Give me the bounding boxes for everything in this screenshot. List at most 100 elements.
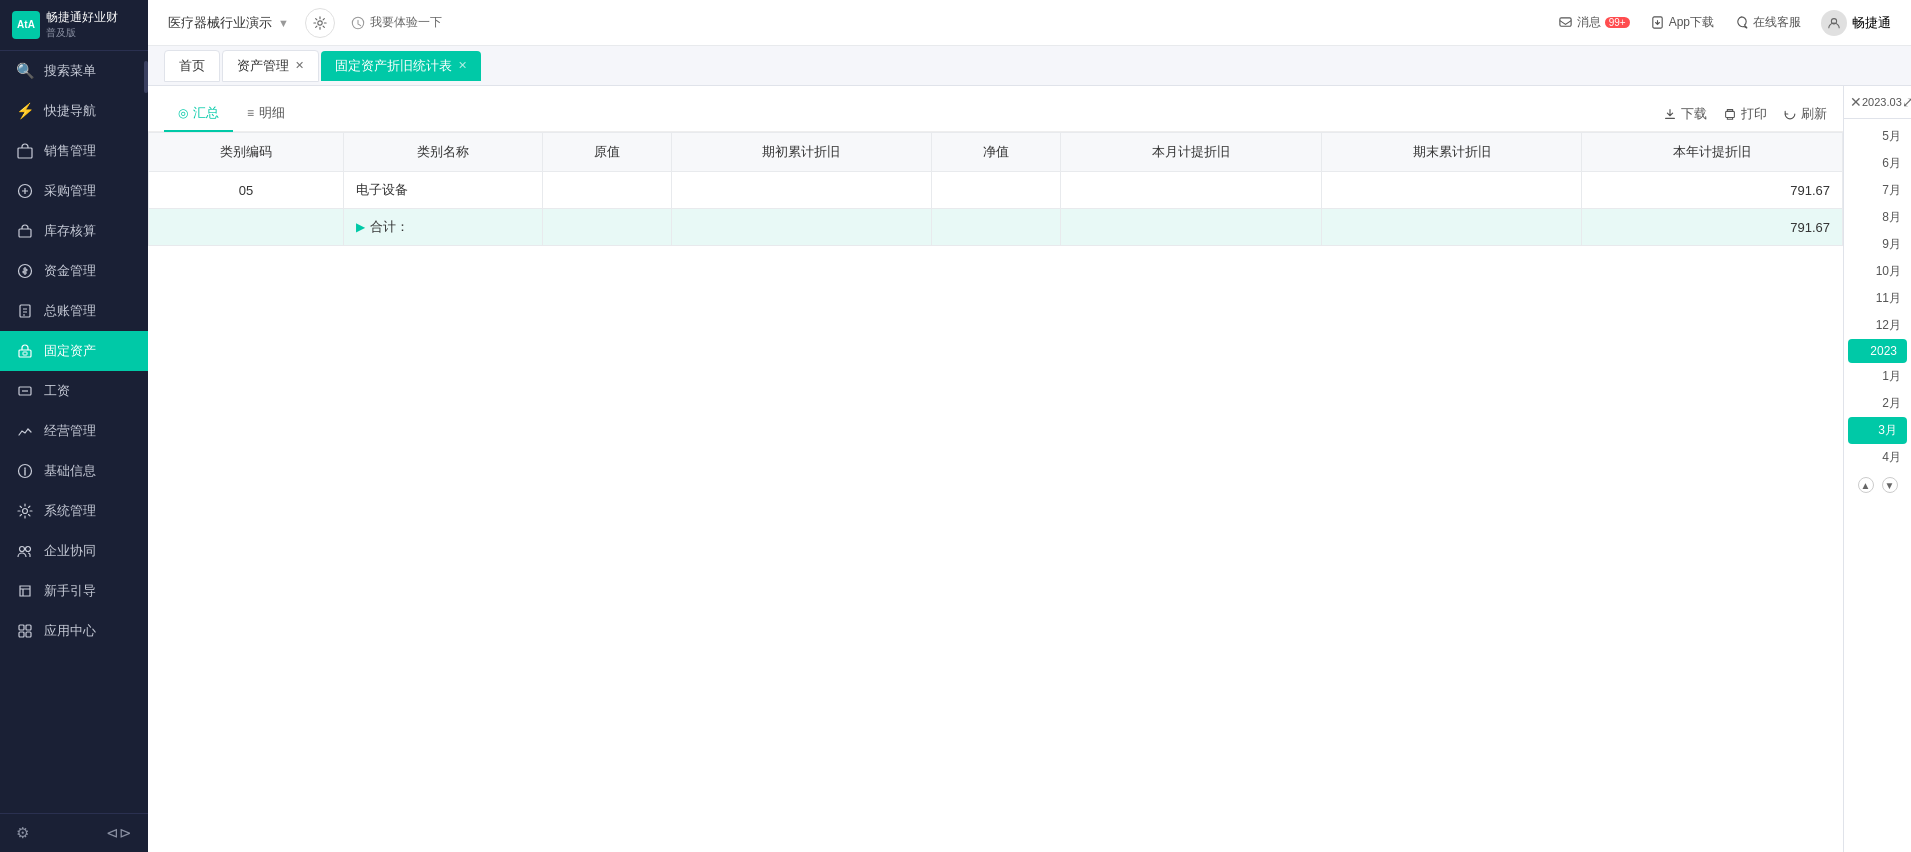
- bizmanage-icon: [16, 422, 34, 440]
- sidebar-logo: AtA 畅捷通好业财 普及版: [0, 0, 148, 51]
- company-selector[interactable]: 医疗器械行业演示 ▼: [168, 14, 289, 32]
- svg-rect-0: [18, 148, 32, 158]
- sidebar-item-label: 应用中心: [44, 622, 96, 640]
- user-avatar: [1821, 10, 1847, 36]
- svg-rect-12: [19, 625, 24, 630]
- period-down-button[interactable]: ▼: [1882, 477, 1898, 493]
- sidebar-item-bizmanage[interactable]: 经营管理: [0, 411, 148, 451]
- tab-assetmanage[interactable]: 资产管理 ✕: [222, 50, 319, 82]
- tab-home-label: 首页: [179, 57, 205, 75]
- period-month-6[interactable]: 6月: [1844, 150, 1911, 177]
- cell-code: 05: [149, 172, 344, 209]
- content-area: ◎ 汇总 ≡ 明细 下载 打印: [148, 86, 1911, 852]
- cell-yuanzhi: [542, 172, 671, 209]
- subtabs: ◎ 汇总 ≡ 明细 下载 打印: [148, 86, 1843, 132]
- svg-rect-2: [19, 229, 31, 237]
- sales-icon: [16, 142, 34, 160]
- period-panel-close-button[interactable]: ✕: [1850, 94, 1862, 110]
- search-icon: 🔍: [16, 62, 34, 80]
- toolbar: 下载 打印 刷新: [1663, 105, 1827, 123]
- period-month-5[interactable]: 5月: [1844, 123, 1911, 150]
- sidebar-item-finance[interactable]: 资金管理: [0, 251, 148, 291]
- refresh-button[interactable]: 刷新: [1783, 105, 1827, 123]
- period-month-1[interactable]: 1月: [1844, 363, 1911, 390]
- tab-depreciation[interactable]: 固定资产折旧统计表 ✕: [321, 51, 481, 81]
- sidebar-item-label: 快捷导航: [44, 102, 96, 120]
- sidebar-item-search[interactable]: 🔍 搜索菜单: [0, 51, 148, 91]
- onlineservice-action[interactable]: 在线客服: [1734, 14, 1801, 31]
- company-name: 医疗器械行业演示: [168, 14, 272, 32]
- collapse-sidebar-icon[interactable]: ⊲⊳: [106, 824, 132, 842]
- period-month-8[interactable]: 8月: [1844, 204, 1911, 231]
- current-period-label: 2023.03: [1862, 96, 1902, 108]
- period-month-11[interactable]: 11月: [1844, 285, 1911, 312]
- svg-rect-13: [26, 625, 31, 630]
- subtab-summary[interactable]: ◎ 汇总: [164, 96, 233, 132]
- sidebar-item-newguide[interactable]: 新手引导: [0, 571, 148, 611]
- sidebar-item-basicinfo[interactable]: 基础信息: [0, 451, 148, 491]
- total-bennianjiti: 791.67: [1582, 209, 1843, 246]
- sidebar-item-label: 基础信息: [44, 462, 96, 480]
- download-button[interactable]: 下载: [1663, 105, 1707, 123]
- depreciation-table: 类别编码 类别名称 原值 期初累计折旧 净值 本月计提折旧 期末累计折旧 本年计…: [148, 132, 1843, 246]
- svg-rect-15: [26, 632, 31, 637]
- period-month-9[interactable]: 9月: [1844, 231, 1911, 258]
- sidebar-item-appcenter[interactable]: 应用中心: [0, 611, 148, 651]
- sysmanage-icon: [16, 502, 34, 520]
- sidebar-item-enterprise[interactable]: 企业协同: [0, 531, 148, 571]
- settings-button[interactable]: [305, 8, 335, 38]
- message-badge: 99+: [1605, 17, 1630, 28]
- company-dropdown-arrow: ▼: [278, 17, 289, 29]
- period-panel-expand-button[interactable]: ⤢: [1902, 94, 1911, 110]
- tab-depreciation-label: 固定资产折旧统计表: [335, 57, 452, 75]
- sidebar-logo-text-group: 畅捷通好业财 普及版: [46, 10, 118, 40]
- total-icon: ▶: [356, 220, 365, 234]
- print-button[interactable]: 打印: [1723, 105, 1767, 123]
- user-menu[interactable]: 畅捷通: [1821, 10, 1891, 36]
- sidebar-item-sysmanage[interactable]: 系统管理: [0, 491, 148, 531]
- period-panel: ✕ 2023.03 ⤢ 5月 6月 7月 8月 9月 10月 11月 12月 2…: [1843, 86, 1911, 852]
- tab-depreciation-close[interactable]: ✕: [458, 59, 467, 72]
- col-header-jingzhi: 净值: [932, 133, 1061, 172]
- message-action[interactable]: 消息 99+: [1558, 14, 1630, 31]
- sidebar-item-inventory[interactable]: 库存核算: [0, 211, 148, 251]
- cell-bennianjiti: 791.67: [1582, 172, 1843, 209]
- summary-tab-icon: ◎: [178, 106, 188, 120]
- tab-assetmanage-close[interactable]: ✕: [295, 59, 304, 72]
- period-month-10[interactable]: 10月: [1844, 258, 1911, 285]
- experience-button[interactable]: 我要体验一下: [351, 14, 442, 31]
- period-year-2023[interactable]: 2023: [1848, 339, 1907, 363]
- message-label: 消息: [1577, 14, 1601, 31]
- sidebar-item-purchase[interactable]: 采购管理: [0, 171, 148, 211]
- subtab-detail[interactable]: ≡ 明细: [233, 96, 299, 132]
- sidebar-item-ledger[interactable]: 总账管理: [0, 291, 148, 331]
- table-total-row: ▶ 合计： 791.67: [149, 209, 1843, 246]
- sidebar-item-label: 库存核算: [44, 222, 96, 240]
- newguide-icon: [16, 582, 34, 600]
- period-month-12[interactable]: 12月: [1844, 312, 1911, 339]
- page-container: ◎ 汇总 ≡ 明细 下载 打印: [148, 86, 1843, 852]
- settings-bottom-icon[interactable]: ⚙: [16, 824, 29, 842]
- sidebar-item-sales[interactable]: 销售管理: [0, 131, 148, 171]
- cell-qichu: [671, 172, 932, 209]
- ledger-icon: [16, 302, 34, 320]
- total-yuanzhi: [542, 209, 671, 246]
- period-month-3[interactable]: 3月: [1848, 417, 1907, 444]
- sidebar-item-quicknav[interactable]: ⚡ 快捷导航: [0, 91, 148, 131]
- sidebar-item-fixedasset[interactable]: 固定资产: [0, 331, 148, 371]
- period-up-button[interactable]: ▲: [1858, 477, 1874, 493]
- svg-rect-21: [1726, 111, 1735, 117]
- sidebar-scrollbar-track: [144, 46, 148, 802]
- payroll-icon: [16, 382, 34, 400]
- sidebar-item-label: 工资: [44, 382, 70, 400]
- period-month-7[interactable]: 7月: [1844, 177, 1911, 204]
- period-month-4[interactable]: 4月: [1844, 444, 1911, 471]
- sidebar-item-label: 经营管理: [44, 422, 96, 440]
- sidebar-item-label: 销售管理: [44, 142, 96, 160]
- topbar-actions: 消息 99+ App下载 在线客服 畅捷通: [1558, 10, 1891, 36]
- period-month-2[interactable]: 2月: [1844, 390, 1911, 417]
- app-edition: 普及版: [46, 26, 118, 40]
- tab-home[interactable]: 首页: [164, 50, 220, 82]
- sidebar-item-payroll[interactable]: 工资: [0, 371, 148, 411]
- appdownload-action[interactable]: App下载: [1650, 14, 1714, 31]
